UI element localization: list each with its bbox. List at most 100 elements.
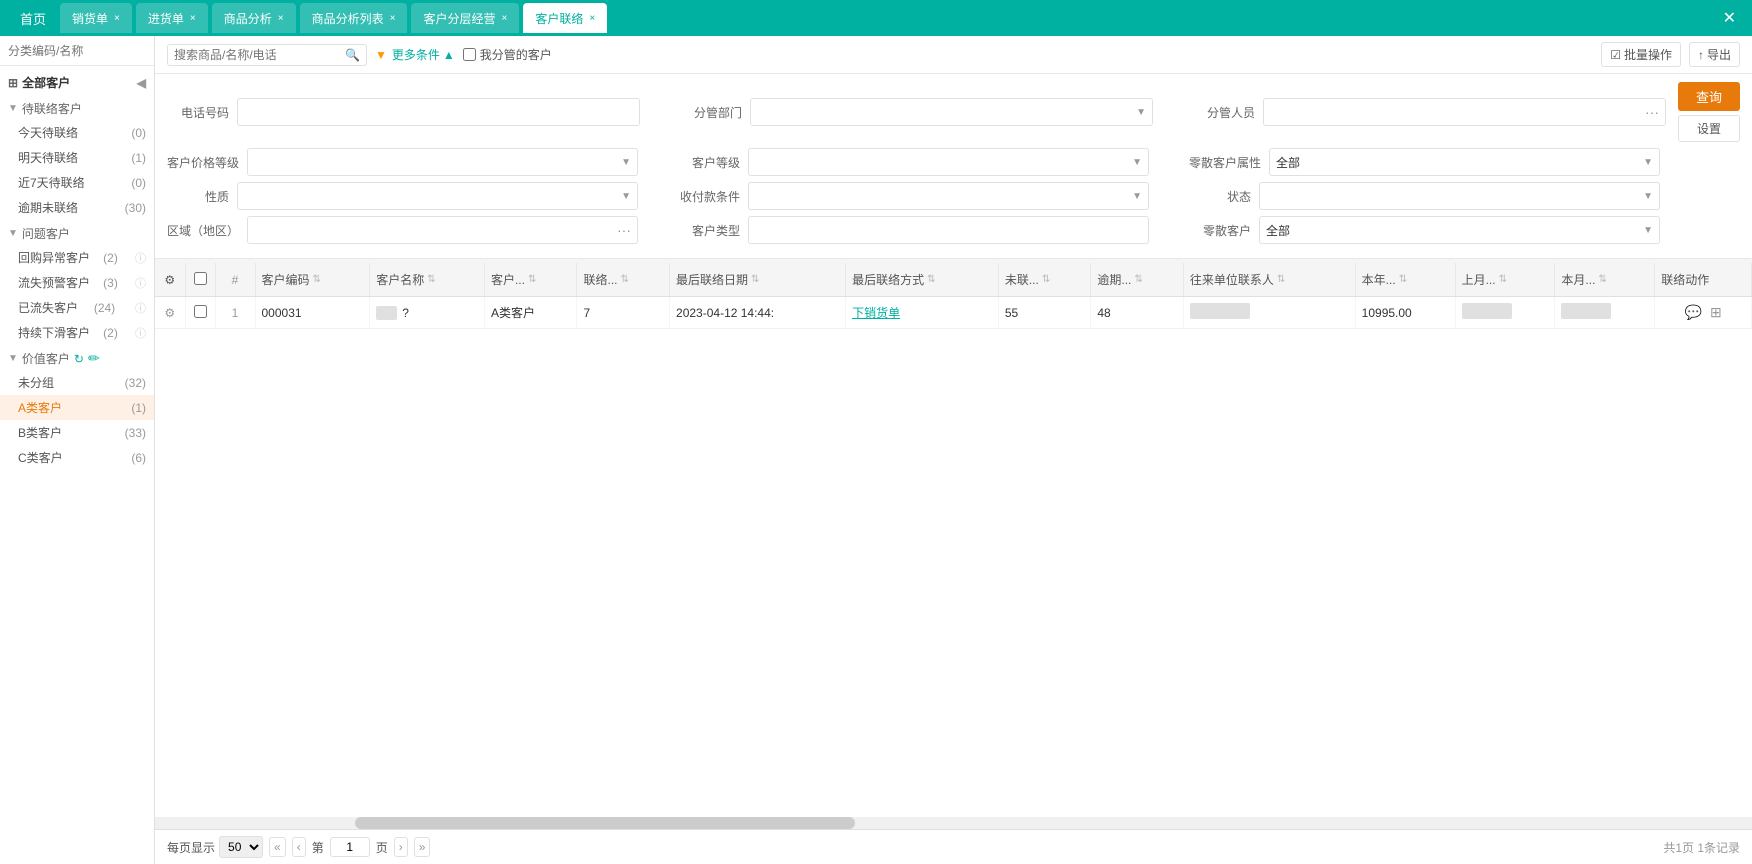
close-customer-contact-tab[interactable]: ×	[589, 13, 595, 24]
close-sales-tab[interactable]: ×	[114, 13, 120, 24]
filter-field-price-level: 客户价格等级 ▼	[167, 148, 638, 176]
last-month-column-header[interactable]: 上月... ⇅	[1455, 263, 1555, 297]
export-button[interactable]: ↑ 导出	[1689, 42, 1740, 67]
triangle-icon-3: ▼	[8, 353, 18, 364]
num-column-header: #	[215, 263, 255, 297]
sidebar-item-c-customers[interactable]: C类客户 (6)	[0, 445, 154, 470]
nav-tab-purchase[interactable]: 进货单 ×	[136, 3, 208, 33]
retail-attr-input[interactable]: 全部 ▼	[1269, 148, 1660, 176]
sidebar-item-unclassified[interactable]: 未分组 (32)	[0, 370, 154, 395]
filter-field-area: 区域（地区） ···	[167, 216, 638, 244]
sidebar-group-pending[interactable]: ▼ 待联络客户	[0, 95, 154, 120]
refresh-icon[interactable]: ↻	[74, 352, 84, 366]
phone-input[interactable]	[237, 98, 640, 126]
home-tab[interactable]: 首页	[8, 0, 58, 36]
table-header-row: ⚙ # 客户编码 ⇅ 客户名称	[155, 263, 1752, 297]
area-input[interactable]: ···	[247, 216, 638, 244]
last-date-sort-icon: ⇅	[751, 274, 759, 285]
filter-search-icon: 🔍	[345, 48, 360, 62]
nav-tab-analysis[interactable]: 商品分析 ×	[212, 3, 296, 33]
horizontal-scrollbar[interactable]	[155, 817, 1752, 829]
retail-attr-arrow: ▼	[1643, 157, 1653, 168]
nav-tab-analysis-list[interactable]: 商品分析列表 ×	[300, 3, 408, 33]
nav-tab-customer-contact[interactable]: 客户联络 ×	[523, 3, 607, 33]
sidebar-group-value[interactable]: ▼ 价值客户 ↻ ✏	[0, 345, 154, 370]
close-purchase-tab[interactable]: ×	[190, 13, 196, 24]
type-column-header[interactable]: 客户... ⇅	[484, 263, 577, 297]
prev-page-button[interactable]: ‹	[292, 837, 306, 857]
filter-field-retail-attr: 零散客户属性 全部 ▼	[1189, 148, 1660, 176]
close-customer-seg-tab[interactable]: ×	[501, 13, 507, 24]
page-number-input[interactable]	[330, 837, 370, 857]
status-input[interactable]: ▼	[1259, 182, 1660, 210]
row-checkbox[interactable]	[194, 305, 207, 318]
row-gear[interactable]: ⚙	[155, 297, 185, 329]
filter-bar: 🔍 ▼ 更多条件 ▲ 我分管的客户 ☑ 批量操作 ↑ 导出	[155, 36, 1752, 74]
my-customers-toggle[interactable]: 我分管的客户	[463, 46, 552, 63]
overdue-column-header[interactable]: 逾期... ⇅	[1091, 263, 1184, 297]
last-month-sort-icon: ⇅	[1499, 274, 1507, 285]
retail-customer-input[interactable]: 全部 ▼	[1259, 216, 1660, 244]
this-year-column-header[interactable]: 本年... ⇅	[1355, 263, 1455, 297]
sidebar-item-abnormal[interactable]: 回购异常客户 (2) ⓘ	[0, 245, 154, 270]
sidebar-item-declining[interactable]: 持续下滑客户 (2) ⓘ	[0, 320, 154, 345]
last-date-column-header[interactable]: 最后联络日期 ⇅	[670, 263, 846, 297]
per-page-select[interactable]: 50	[219, 836, 263, 858]
message-action-icon[interactable]: 💬	[1685, 304, 1702, 321]
edit-icon[interactable]: ✏	[88, 350, 100, 367]
customer-type-input[interactable]	[748, 216, 1149, 244]
row-last-method[interactable]: 下销货单	[846, 297, 999, 329]
more-action-icon[interactable]: ⊞	[1710, 304, 1722, 321]
triangle-icon-2: ▼	[8, 228, 18, 239]
nature-input[interactable]: ▼	[237, 182, 638, 210]
sidebar-item-overdue-contact[interactable]: 逾期未联络 (30)	[0, 195, 154, 220]
dept-input[interactable]: ▼	[750, 98, 1153, 126]
nav-tab-sales[interactable]: 销货单 ×	[60, 3, 132, 33]
sidebar-item-7days-pending[interactable]: 近7天待联络 (0)	[0, 170, 154, 195]
sidebar-item-b-customers[interactable]: B类客户 (33)	[0, 420, 154, 445]
scrollbar-thumb[interactable]	[355, 817, 855, 829]
first-page-button[interactable]: «	[269, 837, 286, 857]
sidebar-item-churned[interactable]: 已流失客户 (24) ⓘ	[0, 295, 154, 320]
filter-search-input[interactable]	[174, 48, 345, 62]
sidebar-item-today-pending[interactable]: 今天待联络 (0)	[0, 120, 154, 145]
batch-ops-button[interactable]: ☑ 批量操作	[1601, 42, 1681, 67]
price-level-input[interactable]: ▼	[247, 148, 638, 176]
name-column-header[interactable]: 客户名称 ⇅	[370, 263, 485, 297]
checkbox-column-header[interactable]	[185, 263, 215, 297]
customer-level-input[interactable]: ▼	[748, 148, 1149, 176]
sidebar-item-a-customers[interactable]: A类客户 (1)	[0, 395, 154, 420]
nav-tab-customer-segmentation[interactable]: 客户分层经营 ×	[411, 3, 519, 33]
last-method-column-header[interactable]: 最后联络方式 ⇅	[846, 263, 999, 297]
sidebar-item-churn-warning[interactable]: 流失预警客户 (3) ⓘ	[0, 270, 154, 295]
row-this-year: 10995.00	[1355, 297, 1455, 329]
row-code: 000031	[255, 297, 370, 329]
contact-column-header[interactable]: 联络... ⇅	[577, 263, 670, 297]
all-customers-header[interactable]: ⊞ 全部客户 ◀	[0, 66, 154, 95]
close-analysis-tab[interactable]: ×	[278, 13, 284, 24]
close-analysis-list-tab[interactable]: ×	[390, 13, 396, 24]
code-column-header[interactable]: 客户编码 ⇅	[255, 263, 370, 297]
not-contact-column-header[interactable]: 未联... ⇅	[998, 263, 1091, 297]
bottom-bar: 每页显示 50 « ‹ 第 页 › » 共1页 1条记录	[155, 829, 1752, 864]
person-input[interactable]: ···	[1263, 98, 1666, 126]
payment-input[interactable]: ▼	[748, 182, 1149, 210]
contact2-column-header[interactable]: 往来单位联系人 ⇅	[1183, 263, 1355, 297]
select-all-checkbox[interactable]	[194, 272, 207, 285]
status-arrow: ▼	[1643, 191, 1653, 202]
sidebar-collapse-icon[interactable]: ◀	[137, 76, 146, 90]
last-page-button[interactable]: »	[414, 837, 431, 857]
settings-button[interactable]: 设置	[1678, 115, 1740, 142]
gear-column-header[interactable]: ⚙	[155, 263, 185, 297]
query-button[interactable]: 查询	[1678, 82, 1740, 111]
sidebar-search-input[interactable]	[8, 44, 155, 58]
more-conditions-button[interactable]: ▼ 更多条件 ▲	[375, 46, 455, 63]
sidebar-item-tomorrow-pending[interactable]: 明天待联络 (1)	[0, 145, 154, 170]
window-close-button[interactable]: ✕	[1715, 8, 1744, 28]
this-month-sort-icon: ⇅	[1598, 274, 1606, 285]
sidebar-group-problem[interactable]: ▼ 问题客户	[0, 220, 154, 245]
filter-row-3: 性质 ▼ 收付款条件 ▼ 状态	[167, 182, 1740, 210]
next-page-button[interactable]: ›	[394, 837, 408, 857]
this-month-column-header[interactable]: 本月... ⇅	[1555, 263, 1655, 297]
my-customers-checkbox[interactable]	[463, 48, 476, 61]
